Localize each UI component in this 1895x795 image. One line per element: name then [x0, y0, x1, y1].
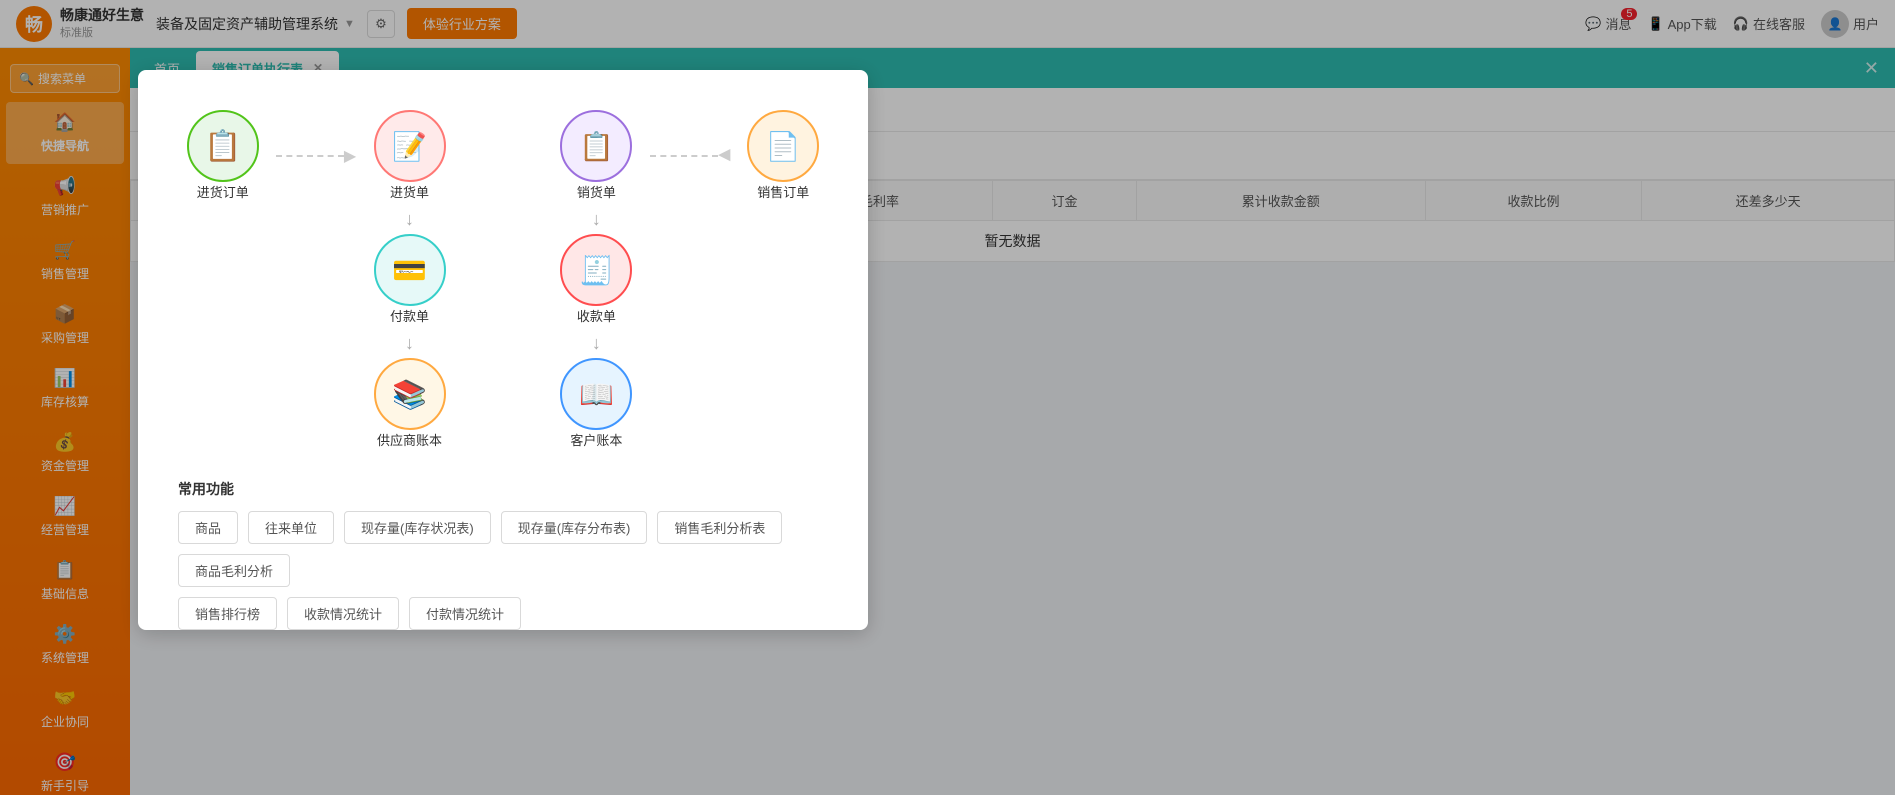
modal-overlay[interactable]: 📋 进货订单 ▶ 📝 进货单: [0, 0, 1895, 795]
modal-content: 📋 进货订单 ▶ 📝 进货单: [138, 70, 868, 630]
spacer-2: [276, 209, 356, 230]
purchase-order-circle[interactable]: 📋: [187, 110, 259, 182]
sales-order-circle[interactable]: 📄: [747, 110, 819, 182]
spacer-4: [650, 209, 730, 230]
btn-product-margin[interactable]: 商品毛利分析: [178, 554, 290, 587]
btn-product[interactable]: 商品: [178, 511, 238, 544]
sp4: [650, 333, 730, 354]
flow-node-payment: 💳 付款单: [374, 234, 446, 325]
receipt-circle[interactable]: 🧾: [560, 234, 632, 306]
flow-node-receipt: 🧾 收款单: [560, 234, 632, 325]
btn-sales-ranking[interactable]: 销售排行榜: [178, 597, 277, 630]
receipt-label: 收款单: [577, 306, 616, 325]
arrow-down-sales-bill: ↓: [560, 209, 632, 230]
common-btns-row-1: 商品 往来单位 现存量(库存状况表) 现存量(库存分布表) 销售毛利分析表 商品…: [178, 511, 828, 587]
sp1: [187, 333, 259, 354]
spacer-right: [747, 209, 819, 230]
btn-inventory-dist[interactable]: 现存量(库存分布表): [501, 511, 648, 544]
btn-payment-stats[interactable]: 付款情况统计: [409, 597, 521, 630]
btn-inventory-status[interactable]: 现存量(库存状况表): [344, 511, 491, 544]
sales-bill-label: 销货单: [577, 182, 616, 201]
flow-row-2: 💳 付款单 🧾 收款单: [178, 234, 828, 325]
btn-sales-margin-table[interactable]: 销售毛利分析表: [657, 511, 782, 544]
purchase-order-label: 进货订单: [197, 182, 249, 201]
arrow-purchase-to-bill: ▶: [276, 146, 356, 166]
sp2: [276, 333, 356, 354]
btn-counterpart[interactable]: 往来单位: [248, 511, 334, 544]
arrow-sales-order-to-bill: ▶: [650, 146, 730, 166]
customer-ledger-label: 客户账本: [570, 430, 622, 449]
flow-node-supplier-ledger: 📚 供应商账本: [374, 358, 446, 449]
common-functions-section: 常用功能 商品 往来单位 现存量(库存状况表) 现存量(库存分布表) 销售毛利分…: [178, 479, 828, 630]
sales-order-label: 销售订单: [757, 182, 809, 201]
payment-label: 付款单: [390, 306, 429, 325]
flow-node-sales-order: 📄 销售订单: [747, 110, 819, 201]
arrow-down-receipt: ↓: [560, 333, 632, 354]
spacer-3: [463, 209, 543, 230]
flow-node-sales-bill: 📋 销货单: [560, 110, 632, 201]
arrow-down-purchase-bill: ↓: [374, 209, 446, 230]
sp3: [463, 333, 543, 354]
sp5: [747, 333, 819, 354]
flow-node-purchase-bill: 📝 进货单: [374, 110, 446, 201]
arrow-row-down-2: ↓ ↓: [178, 333, 828, 354]
sales-bill-circle[interactable]: 📋: [560, 110, 632, 182]
arrow-down-payment: ↓: [374, 333, 446, 354]
modal-box: 📋 进货订单 ▶ 📝 进货单: [138, 70, 868, 630]
spacer-left: [187, 209, 259, 230]
supplier-ledger-label: 供应商账本: [377, 430, 442, 449]
common-section-title: 常用功能: [178, 479, 828, 499]
flow-node-purchase-order: 📋 进货订单: [187, 110, 259, 201]
purchase-bill-circle[interactable]: 📝: [374, 110, 446, 182]
supplier-ledger-circle[interactable]: 📚: [374, 358, 446, 430]
flow-row-1: 📋 进货订单 ▶ 📝 进货单: [178, 110, 828, 201]
common-btns-row-2: 销售排行榜 收款情况统计 付款情况统计: [178, 597, 828, 630]
customer-ledger-circle[interactable]: 📖: [560, 358, 632, 430]
flow-chart-area: 📋 进货订单 ▶ 📝 进货单: [178, 100, 828, 469]
flow-node-customer-ledger: 📖 客户账本: [560, 358, 632, 449]
arrow-row-down-1: ↓ ↓: [178, 209, 828, 230]
flow-row-3: 📚 供应商账本 📖 客户账本: [178, 358, 828, 449]
payment-circle[interactable]: 💳: [374, 234, 446, 306]
btn-receipt-stats[interactable]: 收款情况统计: [287, 597, 399, 630]
purchase-bill-label: 进货单: [390, 182, 429, 201]
